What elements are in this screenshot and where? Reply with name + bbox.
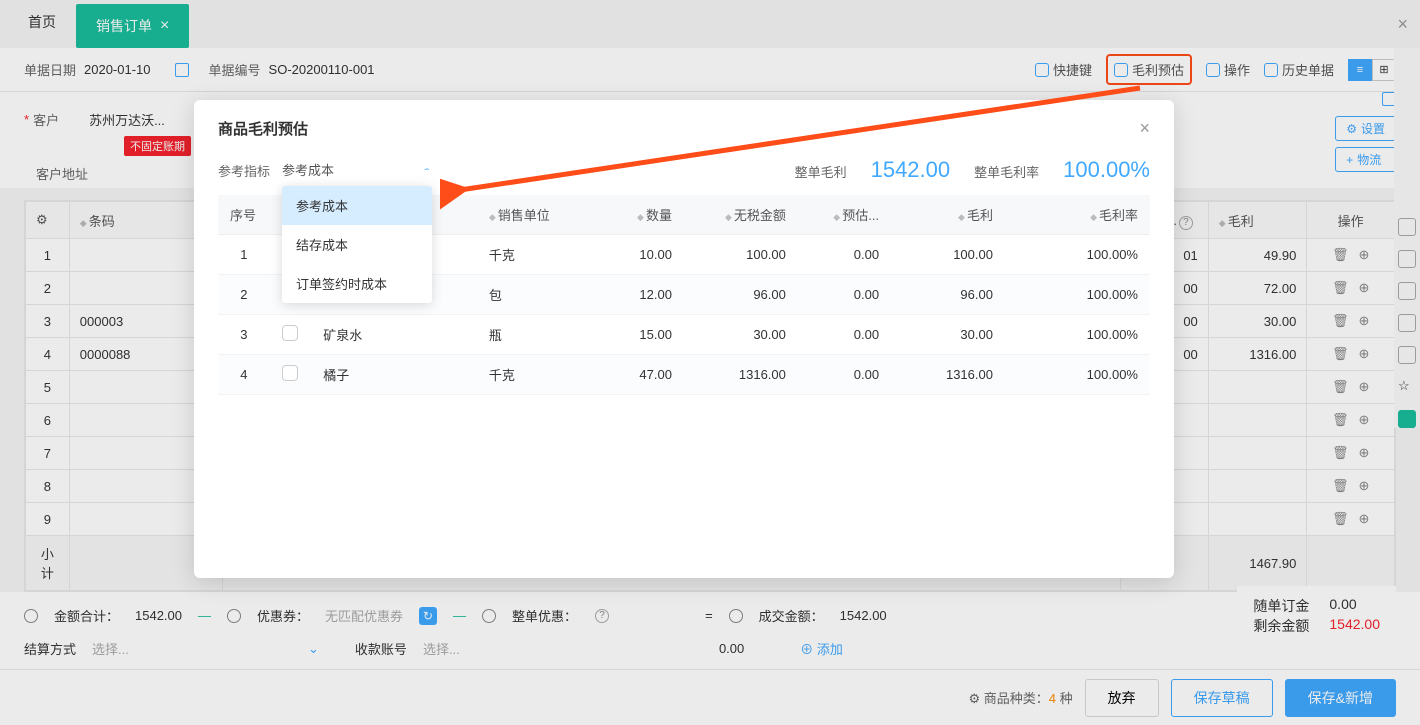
option-ref-cost[interactable]: 参考成本	[282, 186, 432, 225]
mcol-amount[interactable]: ◆无税金额	[684, 195, 798, 235]
stat-profit-label: 整单毛利	[795, 162, 847, 181]
option-contract-cost[interactable]: 订单签约时成本	[282, 264, 432, 303]
checkbox[interactable]	[282, 325, 298, 341]
mcol-profit[interactable]: ◆毛利	[891, 195, 1005, 235]
mcol-unit[interactable]: ◆销售单位	[477, 195, 581, 235]
dropdown-menu: 参考成本 结存成本 订单签约时成本	[282, 186, 432, 303]
modal-title: 商品毛利预估	[218, 118, 308, 139]
profit-estimate-modal: 商品毛利预估 × 参考指标 ⌃ 参考成本 结存成本 订单签约时成本 整单毛利 1…	[194, 100, 1174, 578]
checkbox[interactable]	[282, 365, 298, 381]
mcol-rate[interactable]: ◆毛利率	[1005, 195, 1150, 235]
stat-rate-value: 100.00%	[1063, 157, 1150, 183]
stat-rate-label: 整单毛利率	[974, 162, 1039, 181]
filter-label: 参考指标	[218, 161, 270, 180]
cost-basis-select[interactable]: ⌃ 参考成本 结存成本 订单签约时成本	[282, 162, 432, 178]
stat-profit-value: 1542.00	[871, 157, 951, 183]
chevron-up-icon: ⌃	[422, 167, 432, 175]
mcol-est[interactable]: ◆预估...	[798, 195, 891, 235]
close-icon[interactable]: ×	[1139, 118, 1150, 139]
option-balance-cost[interactable]: 结存成本	[282, 225, 432, 264]
select-input[interactable]	[282, 162, 432, 177]
modal-row[interactable]: 3矿泉水瓶15.0030.000.0030.00100.00%	[218, 315, 1150, 355]
mcol-idx: 序号	[218, 195, 270, 235]
mcol-qty[interactable]: ◆数量	[580, 195, 684, 235]
modal-row[interactable]: 4橘子千克47.001316.000.001316.00100.00%	[218, 355, 1150, 395]
